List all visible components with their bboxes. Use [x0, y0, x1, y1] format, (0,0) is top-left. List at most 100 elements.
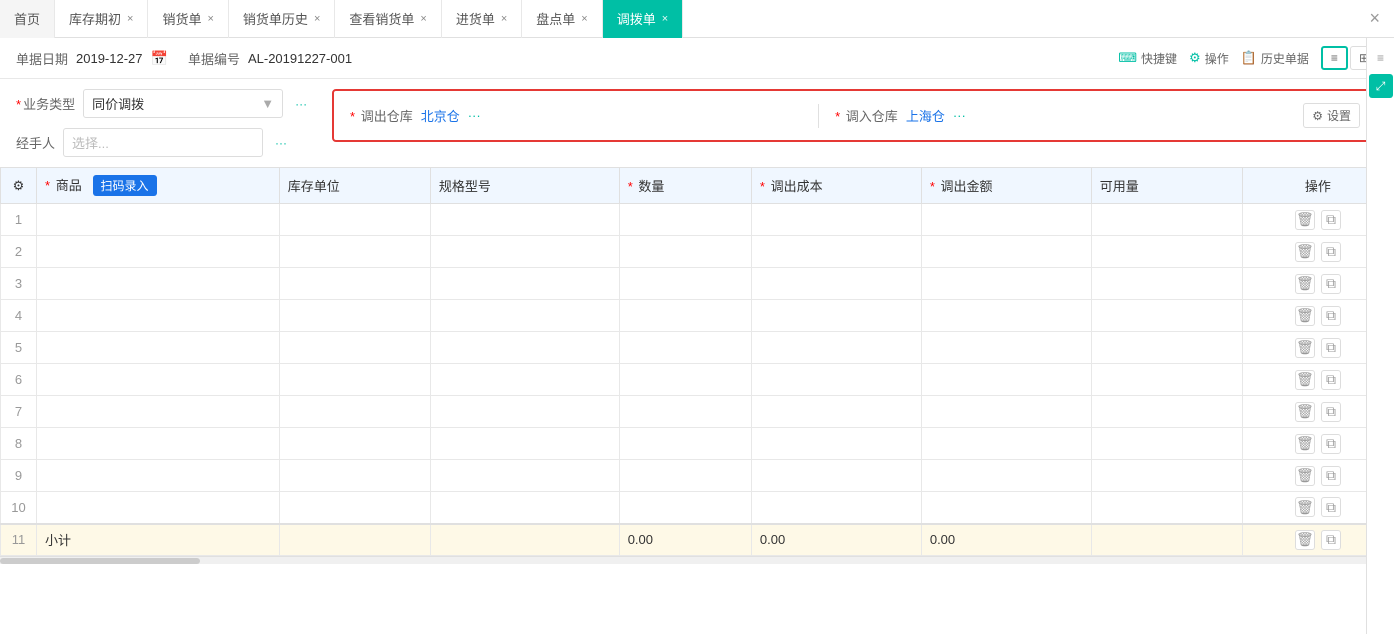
qty-cell[interactable] [619, 268, 751, 300]
business-type-input[interactable]: 同价调拨 ▼ [83, 89, 283, 118]
close-tab-view-sales[interactable]: × [420, 13, 426, 25]
close-tab-stocktake[interactable]: × [581, 13, 587, 25]
close-tab-inventory-init[interactable]: × [127, 13, 133, 25]
business-type-more-btn[interactable]: ··· [295, 97, 307, 111]
avail-cell[interactable] [1091, 428, 1242, 460]
avail-cell[interactable] [1091, 460, 1242, 492]
cost-cell[interactable] [751, 300, 921, 332]
scrollbar-thumb[interactable] [0, 558, 200, 564]
spec-cell[interactable] [430, 236, 619, 268]
tab-home[interactable]: 首页 [0, 0, 55, 38]
product-cell[interactable] [37, 300, 280, 332]
unit-cell[interactable] [279, 332, 430, 364]
qty-cell[interactable] [619, 492, 751, 524]
unit-cell[interactable] [279, 204, 430, 236]
product-cell[interactable] [37, 428, 280, 460]
avail-cell[interactable] [1091, 396, 1242, 428]
view-list-btn[interactable]: ≡ [1321, 46, 1348, 70]
cost-cell[interactable] [751, 492, 921, 524]
spec-cell[interactable] [430, 396, 619, 428]
tab-purchase[interactable]: 进货单 × [442, 0, 522, 38]
amount-cell[interactable] [921, 396, 1091, 428]
close-tab-transfer[interactable]: × [662, 13, 668, 25]
delete-row-btn[interactable]: 🗑 [1295, 434, 1315, 454]
amount-cell[interactable] [921, 492, 1091, 524]
avail-cell[interactable] [1091, 204, 1242, 236]
unit-cell[interactable] [279, 396, 430, 428]
ops-action[interactable]: ⚙ 操作 [1189, 50, 1229, 67]
close-window-btn[interactable]: × [1355, 0, 1394, 38]
gear-header-icon[interactable]: ⚙ [13, 178, 25, 193]
history-action[interactable]: 📋 历史单据 [1241, 50, 1309, 67]
copy-row-btn[interactable]: ⧉ [1321, 210, 1341, 230]
spec-cell[interactable] [430, 492, 619, 524]
qty-cell[interactable] [619, 364, 751, 396]
avail-cell[interactable] [1091, 332, 1242, 364]
spec-cell[interactable] [430, 268, 619, 300]
unit-cell[interactable] [279, 300, 430, 332]
copy-row-btn[interactable]: ⧉ [1321, 434, 1341, 454]
cost-cell[interactable] [751, 236, 921, 268]
panel-expand-btn[interactable]: ⤢ [1369, 74, 1393, 98]
delete-row-btn[interactable]: 🗑 [1295, 466, 1315, 486]
avail-cell[interactable] [1091, 300, 1242, 332]
shortcut-action[interactable]: ⌨ 快捷键 [1118, 50, 1177, 67]
unit-cell[interactable] [279, 460, 430, 492]
spec-cell[interactable] [430, 300, 619, 332]
warehouse-in-value[interactable]: 上海仓 [906, 106, 945, 125]
amount-cell[interactable] [921, 236, 1091, 268]
tab-inventory-init[interactable]: 库存期初 × [55, 0, 148, 38]
cost-cell[interactable] [751, 396, 921, 428]
spec-cell[interactable] [430, 428, 619, 460]
amount-cell[interactable] [921, 364, 1091, 396]
unit-cell[interactable] [279, 268, 430, 300]
calendar-icon[interactable]: 📅 [151, 50, 168, 67]
tab-sales[interactable]: 销货单 × [148, 0, 228, 38]
panel-list-btn[interactable]: ≡ [1369, 46, 1393, 70]
handler-more-btn[interactable]: ··· [275, 136, 287, 150]
delete-row-btn[interactable]: 🗑 [1295, 338, 1315, 358]
qty-cell[interactable] [619, 332, 751, 364]
unit-cell[interactable] [279, 428, 430, 460]
cost-cell[interactable] [751, 460, 921, 492]
warehouse-out-value[interactable]: 北京仓 [421, 106, 460, 125]
tab-view-sales[interactable]: 查看销货单 × [335, 0, 441, 38]
handler-input[interactable]: 选择... [63, 128, 263, 157]
cost-cell[interactable] [751, 364, 921, 396]
spec-cell[interactable] [430, 364, 619, 396]
copy-row-btn[interactable]: ⧉ [1321, 306, 1341, 326]
amount-cell[interactable] [921, 460, 1091, 492]
close-tab-sales-history[interactable]: × [314, 13, 320, 25]
tab-transfer[interactable]: 调拨单 × [603, 0, 683, 38]
cost-cell[interactable] [751, 268, 921, 300]
delete-row-btn[interactable]: 🗑 [1295, 530, 1315, 550]
avail-cell[interactable] [1091, 492, 1242, 524]
product-cell[interactable] [37, 236, 280, 268]
amount-cell[interactable] [921, 204, 1091, 236]
qty-cell[interactable] [619, 204, 751, 236]
product-cell[interactable] [37, 396, 280, 428]
avail-cell[interactable] [1091, 236, 1242, 268]
qty-cell[interactable] [619, 428, 751, 460]
copy-row-btn[interactable]: ⧉ [1321, 370, 1341, 390]
qty-cell[interactable] [619, 460, 751, 492]
unit-cell[interactable] [279, 364, 430, 396]
tab-sales-history[interactable]: 销货单历史 × [229, 0, 335, 38]
warehouse-out-more-btn[interactable]: ··· [468, 108, 481, 123]
horizontal-scrollbar[interactable] [0, 556, 1394, 564]
cost-cell[interactable] [751, 332, 921, 364]
product-cell[interactable] [37, 492, 280, 524]
copy-row-btn[interactable]: ⧉ [1321, 242, 1341, 262]
scan-btn[interactable]: 扫码录入 [93, 175, 157, 196]
close-tab-sales[interactable]: × [207, 13, 213, 25]
copy-row-btn[interactable]: ⧉ [1321, 466, 1341, 486]
avail-cell[interactable] [1091, 268, 1242, 300]
copy-row-btn[interactable]: ⧉ [1321, 530, 1341, 550]
delete-row-btn[interactable]: 🗑 [1295, 402, 1315, 422]
warehouse-in-more-btn[interactable]: ··· [953, 108, 966, 123]
delete-row-btn[interactable]: 🗑 [1295, 497, 1315, 517]
copy-row-btn[interactable]: ⧉ [1321, 338, 1341, 358]
qty-cell[interactable] [619, 236, 751, 268]
delete-row-btn[interactable]: 🗑 [1295, 274, 1315, 294]
delete-row-btn[interactable]: 🗑 [1295, 210, 1315, 230]
